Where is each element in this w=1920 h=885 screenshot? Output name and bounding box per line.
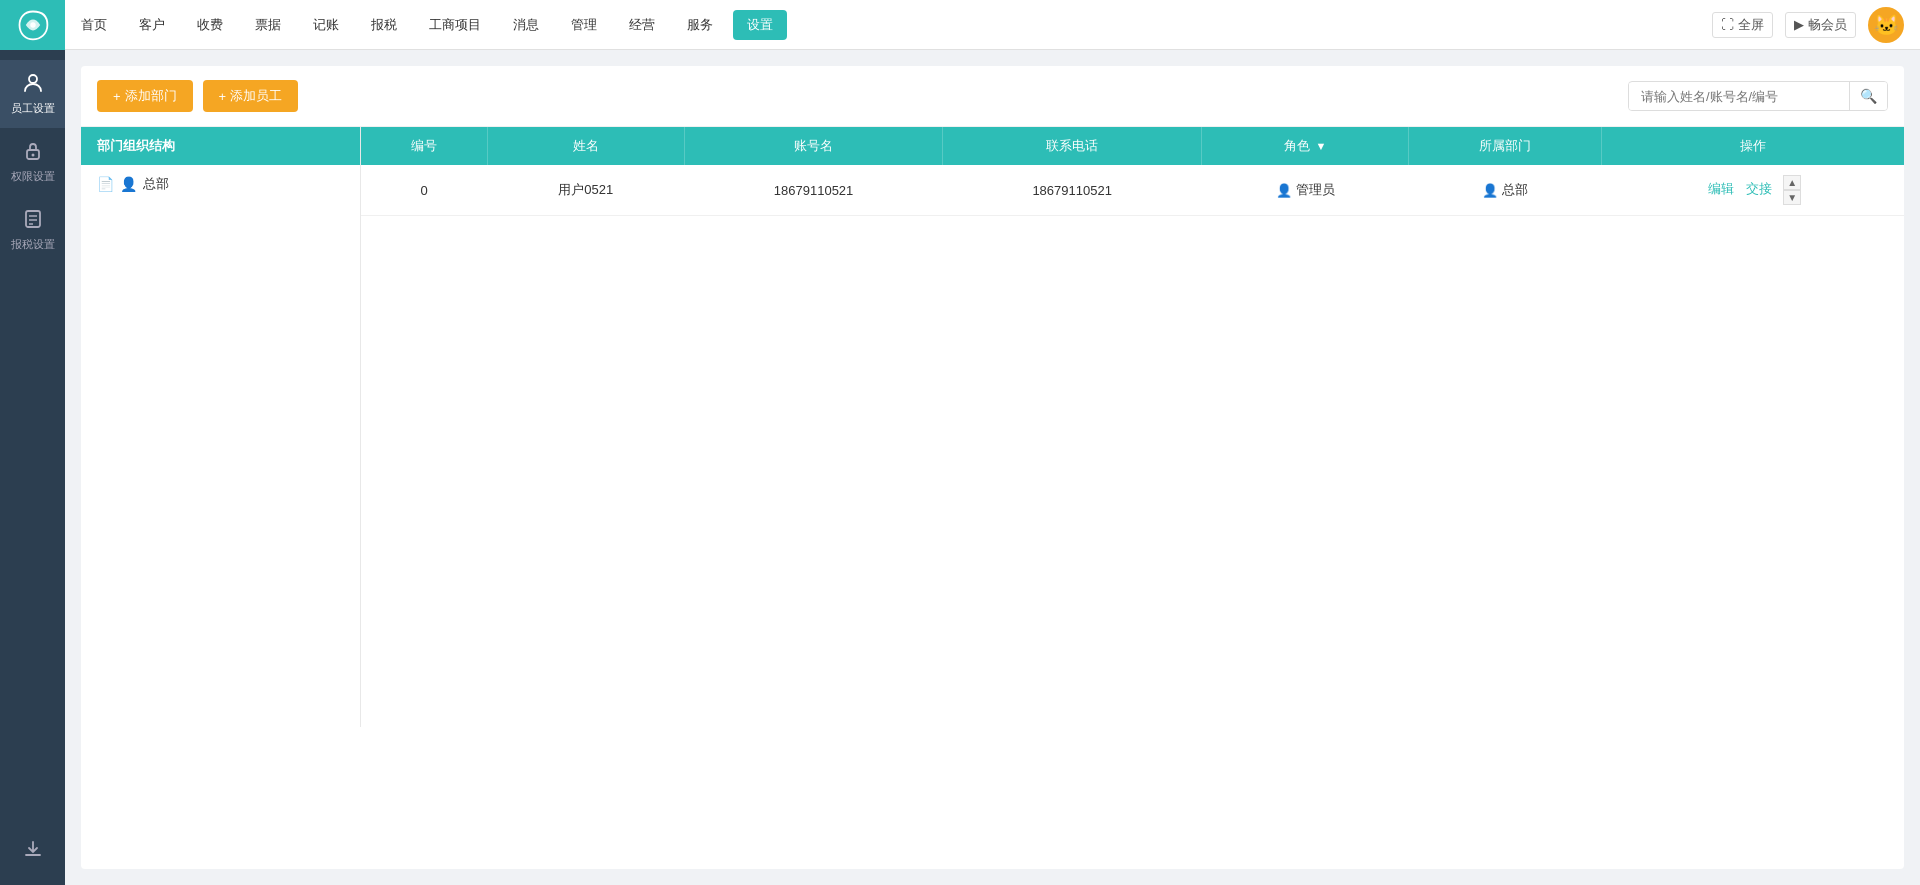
- table-body: 0 用户0521 18679110521 18679110521 👤 管理员 👤…: [361, 165, 1904, 216]
- col-role: 角色 ▼: [1201, 127, 1408, 165]
- search-icon: 🔍: [1860, 88, 1877, 104]
- nav-item-收费[interactable]: 收费: [181, 0, 239, 49]
- role-user-icon: 👤: [1276, 183, 1292, 198]
- sidebar-item-permissions[interactable]: 权限设置: [0, 128, 65, 196]
- member-button[interactable]: ▶ 畅会员: [1785, 12, 1856, 38]
- table-header-row: 编号 姓名 账号名 联系电话: [361, 127, 1904, 165]
- sidebar-item-employee[interactable]: 员工设置: [0, 60, 65, 128]
- layout: 员工设置 权限设置 报税设置: [0, 50, 1920, 885]
- cell-code: 0: [361, 165, 487, 216]
- lock-icon: [22, 140, 44, 165]
- nav-item-票据[interactable]: 票据: [239, 0, 297, 49]
- nav-item-记账[interactable]: 记账: [297, 0, 355, 49]
- nav-item-客户[interactable]: 客户: [123, 0, 181, 49]
- nav-item-设置[interactable]: 设置: [733, 10, 787, 40]
- col-action: 操作: [1601, 127, 1904, 165]
- nav-item-工商项目[interactable]: 工商项目: [413, 0, 497, 49]
- sidebar-item-tax[interactable]: 报税设置: [0, 196, 65, 264]
- content-card: + 添加部门 + 添加员工 🔍: [81, 66, 1904, 869]
- edit-link[interactable]: 编辑: [1708, 181, 1734, 196]
- cell-dept: 👤 总部: [1409, 165, 1601, 216]
- nav-item-服务[interactable]: 服务: [671, 0, 729, 49]
- cell-role: 👤 管理员: [1201, 165, 1408, 216]
- add-dept-label: 添加部门: [125, 87, 177, 105]
- file-icon: 📄: [97, 176, 114, 192]
- col-dept: 所属部门: [1409, 127, 1601, 165]
- col-code: 编号: [361, 127, 487, 165]
- col-account: 账号名: [684, 127, 943, 165]
- cell-name: 用户0521: [487, 165, 684, 216]
- nav-item-经营[interactable]: 经营: [613, 0, 671, 49]
- member-label: 畅会员: [1808, 16, 1847, 34]
- add-dept-button[interactable]: + 添加部门: [97, 80, 193, 112]
- logo[interactable]: [0, 0, 65, 50]
- nav-item-报税[interactable]: 报税: [355, 0, 413, 49]
- search-button[interactable]: 🔍: [1849, 82, 1887, 110]
- nav-item-消息[interactable]: 消息: [497, 0, 555, 49]
- dept-name: 总部: [143, 175, 169, 193]
- role-filter-icon[interactable]: ▼: [1315, 140, 1326, 152]
- dept-tree: 部门组织结构 📄 👤 总部: [81, 127, 361, 727]
- employee-table: 编号 姓名 账号名 联系电话: [361, 127, 1904, 216]
- cell-phone: 18679110521: [943, 165, 1202, 216]
- scroll-down-btn[interactable]: ▼: [1783, 190, 1801, 205]
- svg-point-1: [29, 75, 37, 83]
- table-area: 编号 姓名 账号名 联系电话: [361, 127, 1904, 727]
- fullscreen-icon: ⛶: [1721, 17, 1734, 32]
- cell-action: 编辑 交接 ▲ ▼: [1601, 165, 1904, 216]
- fullscreen-label: 全屏: [1738, 16, 1764, 34]
- dept-tree-header: 部门组织结构: [81, 127, 360, 165]
- dept-value: 总部: [1502, 181, 1528, 199]
- person-icon: [22, 72, 44, 97]
- sidebar-permissions-label: 权限设置: [11, 169, 55, 184]
- scroll-controls: ▲ ▼: [1783, 175, 1801, 205]
- cell-account: 18679110521: [684, 165, 943, 216]
- play-icon: ▶: [1794, 17, 1804, 32]
- add-employee-icon: +: [219, 89, 227, 104]
- dept-tree-item[interactable]: 📄 👤 总部: [81, 165, 360, 203]
- add-employee-label: 添加员工: [230, 87, 282, 105]
- search-box: 🔍: [1628, 81, 1888, 111]
- sidebar-employee-label: 员工设置: [11, 101, 55, 116]
- svg-point-3: [31, 154, 34, 157]
- nav-item-管理[interactable]: 管理: [555, 0, 613, 49]
- sidebar-tax-label: 报税设置: [11, 237, 55, 252]
- transfer-link[interactable]: 交接: [1746, 181, 1772, 196]
- fullscreen-button[interactable]: ⛶ 全屏: [1712, 12, 1773, 38]
- table-row: 0 用户0521 18679110521 18679110521 👤 管理员 👤…: [361, 165, 1904, 216]
- svg-point-0: [30, 22, 35, 27]
- scroll-up-btn[interactable]: ▲: [1783, 175, 1801, 190]
- download-icon: [22, 838, 44, 863]
- toolbar: + 添加部门 + 添加员工 🔍: [81, 66, 1904, 127]
- user-avatar[interactable]: 🐱: [1868, 7, 1904, 43]
- topbar: 首页客户收费票据记账报税工商项目消息管理经营服务设置 ⛶ 全屏 ▶ 畅会员 🐱: [0, 0, 1920, 50]
- col-name: 姓名: [487, 127, 684, 165]
- sidebar: 员工设置 权限设置 报税设置: [0, 50, 65, 885]
- main-nav: 首页客户收费票据记账报税工商项目消息管理经营服务设置: [65, 0, 1712, 49]
- main-content: + 添加部门 + 添加员工 🔍: [65, 50, 1920, 885]
- dept-tree-title: 部门组织结构: [97, 138, 175, 153]
- col-phone: 联系电话: [943, 127, 1202, 165]
- dept-user-icon: 👤: [1482, 183, 1498, 198]
- role-value: 管理员: [1296, 181, 1335, 199]
- topbar-right: ⛶ 全屏 ▶ 畅会员 🐱: [1712, 7, 1920, 43]
- nav-item-首页[interactable]: 首页: [65, 0, 123, 49]
- search-input[interactable]: [1629, 83, 1849, 110]
- add-dept-icon: +: [113, 89, 121, 104]
- sidebar-item-download[interactable]: [0, 826, 65, 875]
- body-area: 部门组织结构 📄 👤 总部 编号: [81, 127, 1904, 727]
- report-icon: [22, 208, 44, 233]
- dept-user-icon: 👤: [120, 176, 137, 192]
- add-employee-button[interactable]: + 添加员工: [203, 80, 299, 112]
